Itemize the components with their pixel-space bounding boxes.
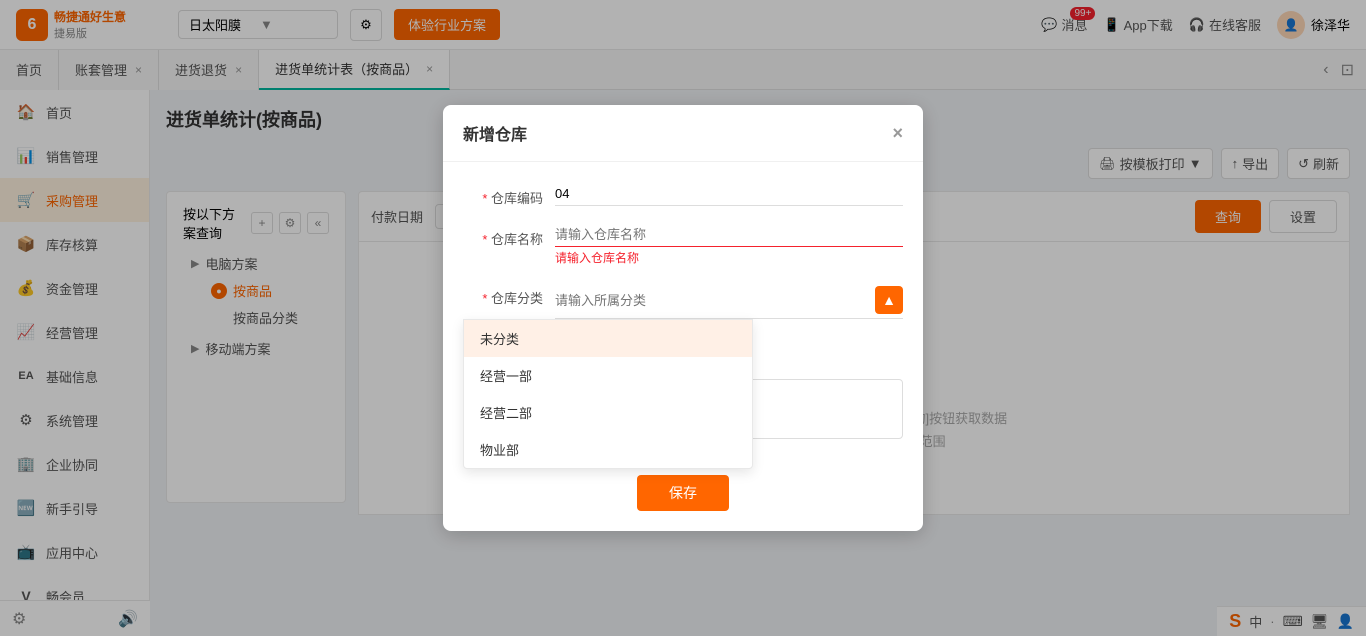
category-toggle-button[interactable]: ▲: [875, 286, 903, 314]
name-label: 仓库名称: [463, 223, 543, 248]
name-error-message: 请输入仓库名称: [555, 249, 903, 266]
category-dropdown: 未分类 经营一部 经营二部 物业部: [463, 319, 753, 469]
code-row: 仓库编码: [463, 182, 903, 207]
code-input[interactable]: [555, 182, 903, 206]
category-label: 仓库分类: [463, 282, 543, 307]
category-input[interactable]: [555, 293, 875, 308]
add-warehouse-modal: 新增仓库 × 仓库编码 仓库名称 请输入仓库名称 仓库分类: [443, 105, 923, 531]
category-wrap: ▲ 未分类 经营一部 经营二部 物业部: [555, 282, 903, 319]
modal-header: 新增仓库 ×: [443, 105, 923, 162]
category-option-unclassified[interactable]: 未分类: [464, 320, 752, 357]
code-label: 仓库编码: [463, 182, 543, 207]
name-input[interactable]: [555, 223, 903, 247]
category-option-dept3[interactable]: 物业部: [464, 431, 752, 468]
category-row: 仓库分类 ▲ 未分类 经营一部 经营二部 物业部: [463, 282, 903, 319]
name-row: 仓库名称 请输入仓库名称: [463, 223, 903, 266]
category-option-dept1[interactable]: 经营一部: [464, 357, 752, 394]
save-button[interactable]: 保存: [637, 475, 729, 511]
modal-title: 新增仓库: [463, 121, 527, 145]
category-option-dept2[interactable]: 经营二部: [464, 394, 752, 431]
modal-close-button[interactable]: ×: [892, 123, 903, 144]
name-field-wrap: 请输入仓库名称: [555, 223, 903, 266]
modal-body: 仓库编码 仓库名称 请输入仓库名称 仓库分类 ▲: [443, 162, 923, 439]
modal-overlay: 新增仓库 × 仓库编码 仓库名称 请输入仓库名称 仓库分类: [0, 0, 1366, 636]
category-input-row: ▲: [555, 282, 903, 319]
